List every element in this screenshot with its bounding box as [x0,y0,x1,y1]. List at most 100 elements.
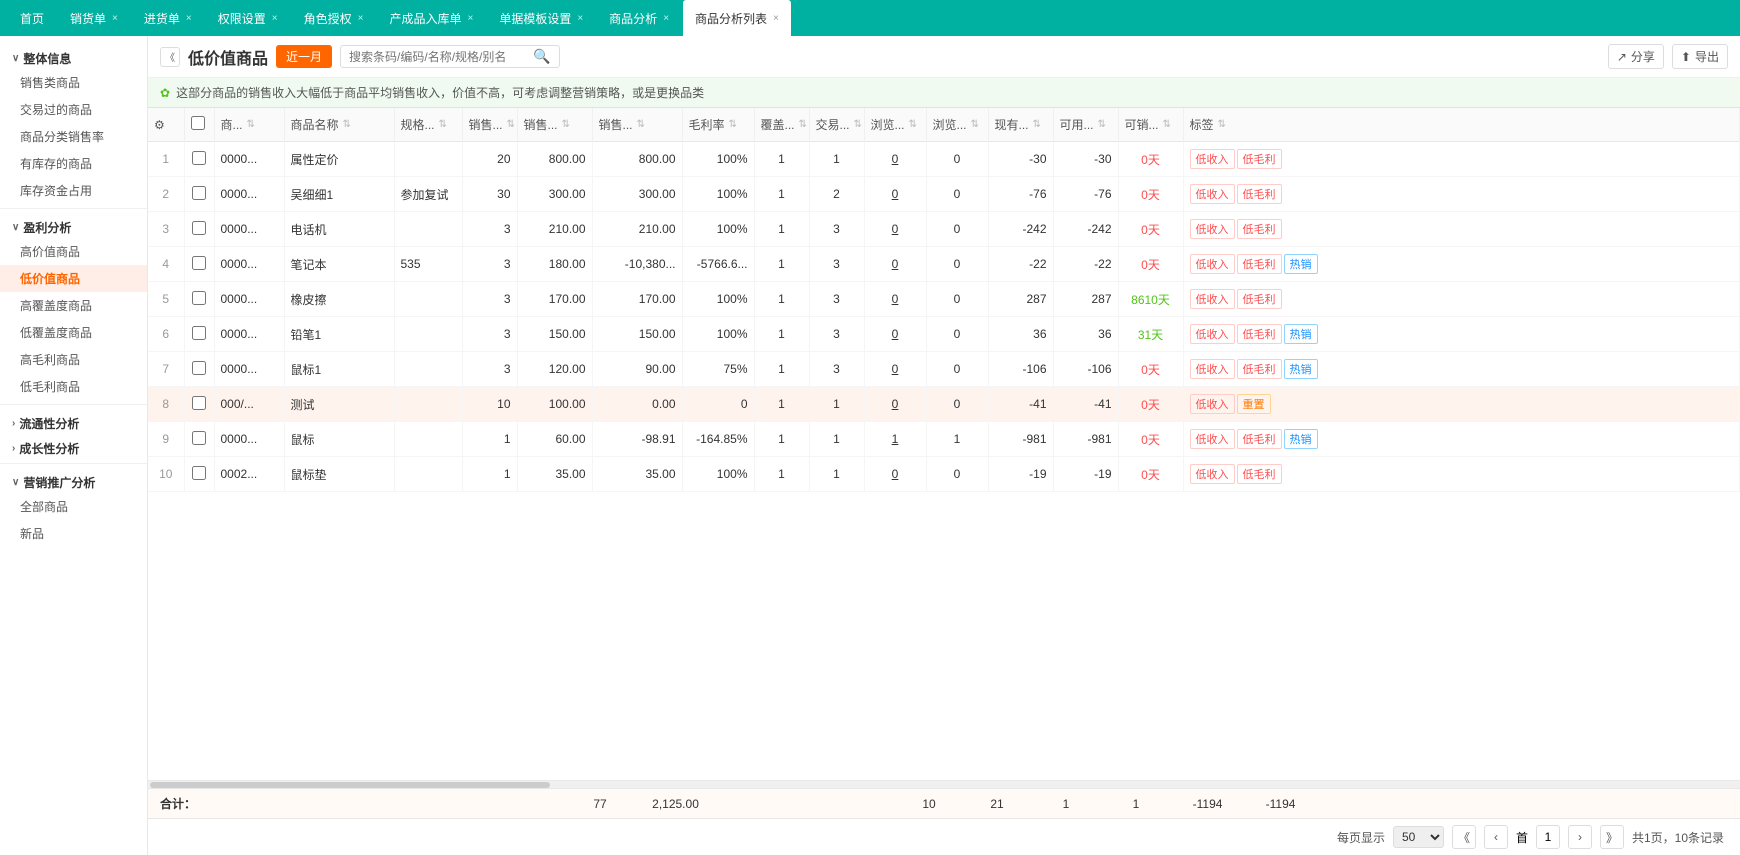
horizontal-scrollbar[interactable] [148,780,1740,788]
close-icon[interactable]: × [467,13,473,24]
time-filter-button[interactable]: 近一月 [276,45,332,68]
col-cover[interactable]: 覆盖...⇅ [754,108,809,142]
sidebar-item-all-products[interactable]: 全部商品 [0,493,147,520]
row-select-checkbox[interactable] [192,466,206,480]
row-browse1[interactable]: 0 [864,282,926,317]
browse1-link[interactable]: 0 [892,152,899,166]
sidebar-item-low-value[interactable]: 低价值商品 [0,265,147,292]
sidebar-section-growth[interactable]: › 成长性分析 [0,434,147,459]
col-name[interactable]: 商品名称⇅ [284,108,394,142]
row-select-checkbox[interactable] [192,431,206,445]
row-browse1[interactable]: 0 [864,457,926,492]
nav-permission[interactable]: 权限设置 × [206,0,290,36]
next-page-button[interactable]: › [1568,825,1592,849]
sidebar-item-low-coverage[interactable]: 低覆盖度商品 [0,319,147,346]
browse1-link[interactable]: 0 [892,222,899,236]
page-size-select[interactable]: 50 100 200 [1393,826,1444,848]
row-browse1[interactable]: 0 [864,142,926,177]
sidebar-item-high-coverage[interactable]: 高覆盖度商品 [0,292,147,319]
row-browse1[interactable]: 0 [864,352,926,387]
row-checkbox[interactable] [184,352,214,387]
scroll-thumb[interactable] [150,782,550,788]
col-sell[interactable]: 可销...⇅ [1118,108,1183,142]
row-browse1[interactable]: 0 [864,317,926,352]
row-select-checkbox[interactable] [192,361,206,375]
sidebar-item-high-value[interactable]: 高价值商品 [0,238,147,265]
col-stock[interactable]: 现有...⇅ [988,108,1053,142]
last-page-button[interactable]: 》 [1600,825,1624,849]
row-select-checkbox[interactable] [192,256,206,270]
nav-template[interactable]: 单据模板设置 × [487,0,595,36]
col-gear[interactable]: ⚙ [148,108,184,142]
col-select-all[interactable] [184,108,214,142]
browse1-link[interactable]: 1 [892,432,899,446]
browse1-link[interactable]: 0 [892,362,899,376]
select-all-checkbox[interactable] [191,116,205,130]
row-select-checkbox[interactable] [192,326,206,340]
nav-purchase-order[interactable]: 进货单 × [132,0,204,36]
sidebar-section-marketing[interactable]: ∨ 营销推广分析 [0,468,147,493]
close-icon[interactable]: × [358,13,364,24]
row-browse1[interactable]: 0 [864,387,926,422]
col-avail[interactable]: 可用...⇅ [1053,108,1118,142]
prev-page-button[interactable]: ‹ [1484,825,1508,849]
search-input[interactable] [349,50,529,64]
row-select-checkbox[interactable] [192,151,206,165]
row-checkbox[interactable] [184,177,214,212]
browse1-link[interactable]: 0 [892,187,899,201]
row-browse1[interactable]: 0 [864,212,926,247]
sidebar-section-circulation[interactable]: › 流通性分析 [0,409,147,434]
row-select-checkbox[interactable] [192,221,206,235]
collapse-button[interactable]: 《 [160,47,180,67]
col-sales-amount[interactable]: 销售...⇅ [592,108,682,142]
sidebar-item-new-products[interactable]: 新品 [0,520,147,547]
nav-product-stock[interactable]: 产成品入库单 × [377,0,485,36]
sidebar-section-overall[interactable]: ∨ 整体信息 [0,44,147,69]
col-sales-price[interactable]: 销售...⇅ [517,108,592,142]
col-browse2[interactable]: 浏览...⇅ [926,108,988,142]
sidebar-item-low-margin[interactable]: 低毛利商品 [0,373,147,400]
col-spec[interactable]: 规格...⇅ [394,108,462,142]
browse1-link[interactable]: 0 [892,257,899,271]
col-sales-num[interactable]: 销售...⇅ [462,108,517,142]
row-checkbox[interactable] [184,387,214,422]
nav-role-auth[interactable]: 角色授权 × [292,0,376,36]
row-browse1[interactable]: 0 [864,247,926,282]
row-select-checkbox[interactable] [192,291,206,305]
row-checkbox[interactable] [184,142,214,177]
row-select-checkbox[interactable] [192,396,206,410]
sidebar-item-stock-capital[interactable]: 库存资金占用 [0,177,147,204]
browse1-link[interactable]: 0 [892,292,899,306]
close-icon[interactable]: × [112,13,118,24]
close-icon[interactable]: × [577,13,583,24]
sidebar-section-profit[interactable]: ∨ 盈利分析 [0,213,147,238]
first-page-button[interactable]: 《 [1452,825,1476,849]
row-checkbox[interactable] [184,282,214,317]
browse1-link[interactable]: 0 [892,467,899,481]
row-select-checkbox[interactable] [192,186,206,200]
row-browse1[interactable]: 1 [864,422,926,457]
sidebar-item-in-stock[interactable]: 有库存的商品 [0,150,147,177]
col-tag[interactable]: 标签⇅ [1183,108,1740,142]
search-icon[interactable]: 🔍 [533,48,550,65]
close-icon[interactable]: × [663,13,669,24]
sidebar-item-sales-products[interactable]: 销售类商品 [0,69,147,96]
sidebar-item-traded-products[interactable]: 交易过的商品 [0,96,147,123]
col-browse1[interactable]: 浏览...⇅ [864,108,926,142]
row-checkbox[interactable] [184,247,214,282]
col-gross[interactable]: 毛利率⇅ [682,108,754,142]
nav-product-analysis[interactable]: 商品分析 × [597,0,681,36]
browse1-link[interactable]: 0 [892,327,899,341]
sidebar-item-high-margin[interactable]: 高毛利商品 [0,346,147,373]
nav-product-analysis-list[interactable]: 商品分析列表 × [683,0,791,36]
sidebar-item-category-sales-rate[interactable]: 商品分类销售率 [0,123,147,150]
share-button[interactable]: ↗ 分享 [1608,44,1664,69]
close-icon[interactable]: × [272,13,278,24]
col-code[interactable]: 商...⇅ [214,108,284,142]
browse1-link[interactable]: 0 [892,397,899,411]
nav-home[interactable]: 首页 [8,0,56,36]
row-checkbox[interactable] [184,317,214,352]
close-icon[interactable]: × [186,13,192,24]
nav-sales-order[interactable]: 销货单 × [58,0,130,36]
close-icon[interactable]: × [773,13,779,24]
